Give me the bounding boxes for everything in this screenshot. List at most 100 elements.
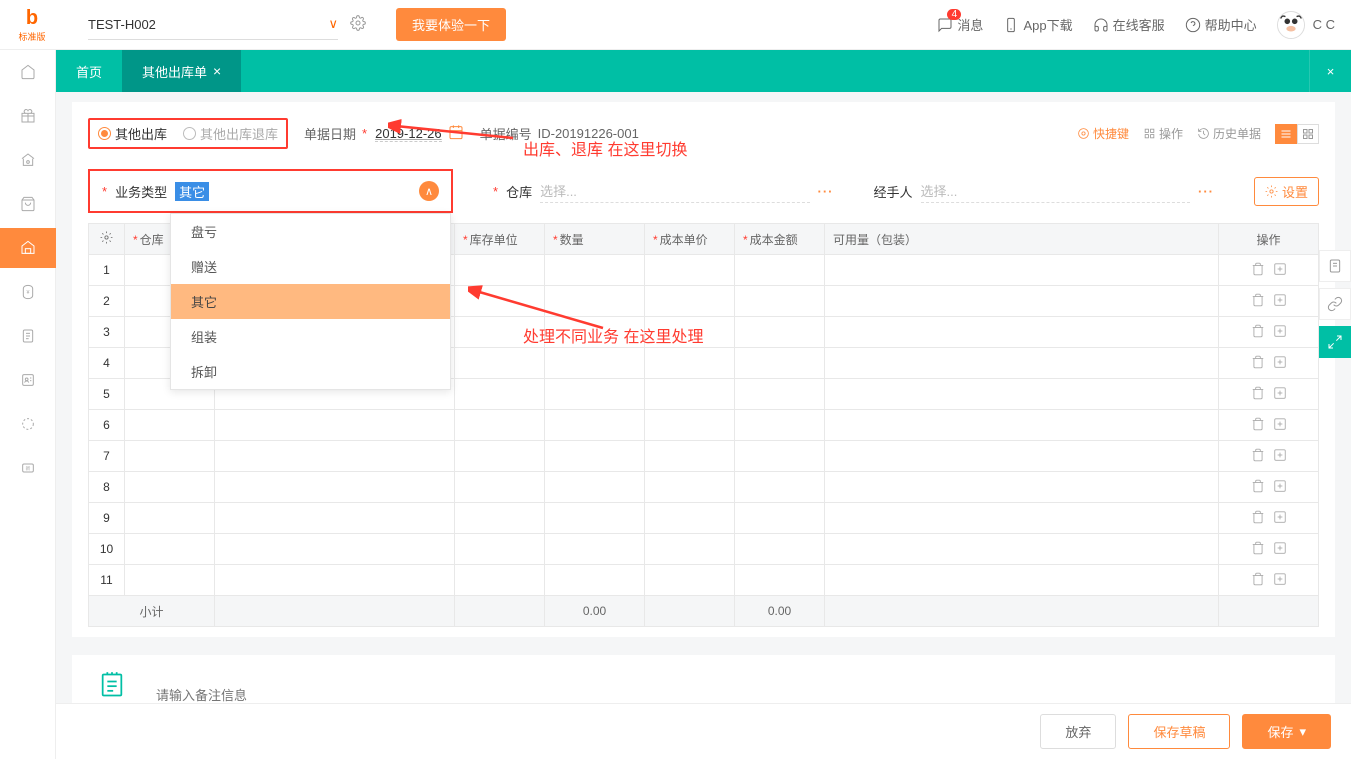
nav-ring-icon[interactable]	[18, 414, 38, 434]
add-row-icon[interactable]	[1273, 479, 1287, 496]
calendar-icon[interactable]	[448, 124, 464, 143]
add-row-icon[interactable]	[1273, 355, 1287, 372]
tab-other-outbound[interactable]: 其他出库单 ×	[122, 50, 241, 92]
delete-icon[interactable]	[1251, 541, 1265, 558]
table-row[interactable]: 11	[89, 565, 1319, 596]
note-icon[interactable]	[1319, 250, 1351, 282]
save-button[interactable]: 保存 ▾	[1242, 714, 1331, 749]
close-icon[interactable]: ×	[213, 63, 221, 79]
main-card: 其他出库 其他出库退库 单据日期 * 2019-12-26 单据编号 ID-20…	[72, 102, 1335, 637]
doc-type-radio-group: 其他出库 其他出库退库	[88, 118, 288, 149]
history-link[interactable]: 历史单据	[1197, 125, 1261, 142]
link-icon[interactable]	[1319, 288, 1351, 320]
radio-outbound[interactable]: 其他出库	[98, 124, 167, 143]
table-row[interactable]: 6	[89, 410, 1319, 441]
radio-dot-icon	[98, 127, 111, 140]
view-grid-icon[interactable]	[1297, 124, 1319, 144]
add-row-icon[interactable]	[1273, 324, 1287, 341]
avatar[interactable]	[1277, 11, 1305, 39]
delete-icon[interactable]	[1251, 355, 1265, 372]
messages-button[interactable]: 消息 4	[937, 15, 983, 34]
handler-field[interactable]: 经手人 选择... ···	[874, 179, 1215, 203]
app-download[interactable]: App下载	[1003, 15, 1072, 34]
delete-icon[interactable]	[1251, 262, 1265, 279]
delete-icon[interactable]	[1251, 572, 1265, 589]
nav-gift-icon[interactable]	[18, 106, 38, 126]
table-row[interactable]: 10	[89, 534, 1319, 565]
more-icon[interactable]: ···	[818, 184, 834, 199]
view-list-icon[interactable]	[1275, 124, 1297, 144]
nav-bag-icon[interactable]	[18, 194, 38, 214]
chevron-down-icon: ∨	[328, 16, 338, 32]
delete-icon[interactable]	[1251, 479, 1265, 496]
gear-icon	[1265, 185, 1278, 198]
settings-button[interactable]: 设置	[1254, 177, 1319, 206]
add-row-icon[interactable]	[1273, 293, 1287, 310]
help-center[interactable]: 帮助中心	[1185, 15, 1257, 34]
try-button[interactable]: 我要体验一下	[396, 8, 506, 41]
delete-icon[interactable]	[1251, 448, 1265, 465]
add-row-icon[interactable]	[1273, 510, 1287, 527]
delete-icon[interactable]	[1251, 386, 1265, 403]
nav-new-icon[interactable]: 新	[18, 458, 38, 478]
company-select[interactable]: TEST-H002 ∨	[88, 10, 338, 40]
save-draft-button[interactable]: 保存草稿	[1128, 714, 1230, 749]
doc-date-field[interactable]: 单据日期 * 2019-12-26	[304, 124, 464, 143]
discard-button[interactable]: 放弃	[1040, 714, 1116, 749]
dropdown-item-chaixie[interactable]: 拆卸	[171, 354, 450, 389]
nav-warehouse-icon[interactable]	[0, 228, 56, 268]
delete-icon[interactable]	[1251, 324, 1265, 341]
col-amount: 成本金额	[735, 224, 825, 255]
table-row[interactable]: 9	[89, 503, 1319, 534]
expand-icon[interactable]	[1319, 326, 1351, 358]
view-toggle	[1275, 124, 1319, 144]
dropdown-item-qita[interactable]: 其它	[171, 284, 450, 319]
annotation-text: 出库、退库 在这里切换	[523, 136, 687, 160]
business-type-field[interactable]: * 业务类型 其它 ∧	[102, 181, 439, 201]
table-row[interactable]: 7	[89, 441, 1319, 472]
headset-icon	[1093, 17, 1109, 33]
annotation-text: 处理不同业务 在这里处理	[523, 323, 703, 347]
online-service[interactable]: 在线客服	[1093, 15, 1165, 34]
nav-clipboard-icon[interactable]	[18, 326, 38, 346]
delete-icon[interactable]	[1251, 510, 1265, 527]
add-row-icon[interactable]	[1273, 386, 1287, 403]
delete-icon[interactable]	[1251, 417, 1265, 434]
col-qty: 数量	[545, 224, 645, 255]
add-row-icon[interactable]	[1273, 572, 1287, 589]
operate-link[interactable]: 操作	[1143, 125, 1183, 142]
subtotal-row: 小计 0.00 0.00	[89, 596, 1319, 627]
toolbar-right: 快捷键 操作 历史单据	[1077, 124, 1319, 144]
top-header: b 标准版 TEST-H002 ∨ 我要体验一下 消息 4 App下载 在线客服…	[0, 0, 1351, 50]
add-row-icon[interactable]	[1273, 541, 1287, 558]
table-row[interactable]: 8	[89, 472, 1319, 503]
business-type-dropdown: 盘亏 赠送 其它 组装 拆卸	[170, 213, 451, 390]
dropdown-item-pankui[interactable]: 盘亏	[171, 214, 450, 249]
page-body: 其他出库 其他出库退库 单据日期 * 2019-12-26 单据编号 ID-20…	[56, 92, 1351, 759]
gear-icon[interactable]	[350, 15, 366, 34]
remark-input[interactable]	[156, 688, 1319, 703]
dropdown-item-zengsong[interactable]: 赠送	[171, 249, 450, 284]
delete-icon[interactable]	[1251, 293, 1265, 310]
tabs-close-all[interactable]: ×	[1309, 50, 1351, 92]
nav-home-icon[interactable]	[18, 62, 38, 82]
message-badge: 4	[947, 9, 961, 20]
add-row-icon[interactable]	[1273, 417, 1287, 434]
more-icon[interactable]: ···	[1198, 184, 1214, 199]
col-settings[interactable]	[89, 224, 125, 255]
radio-outbound-return[interactable]: 其他出库退库	[183, 124, 278, 143]
warehouse-field[interactable]: * 仓库 选择... ···	[493, 179, 834, 203]
col-unit: 库存单位	[455, 224, 545, 255]
tab-home[interactable]: 首页	[56, 50, 122, 92]
shortcut-link[interactable]: 快捷键	[1077, 125, 1129, 142]
username: C C	[1313, 17, 1335, 32]
nav-money-icon[interactable]: ¥	[18, 282, 38, 302]
chevron-up-icon[interactable]: ∧	[419, 181, 439, 201]
radio-dot-icon	[183, 127, 196, 140]
add-row-icon[interactable]	[1273, 448, 1287, 465]
add-row-icon[interactable]	[1273, 262, 1287, 279]
dropdown-item-zuzhuang[interactable]: 组装	[171, 319, 450, 354]
nav-contact-icon[interactable]	[18, 370, 38, 390]
chevron-down-icon: ▾	[1299, 724, 1306, 740]
nav-house2-icon[interactable]	[18, 150, 38, 170]
